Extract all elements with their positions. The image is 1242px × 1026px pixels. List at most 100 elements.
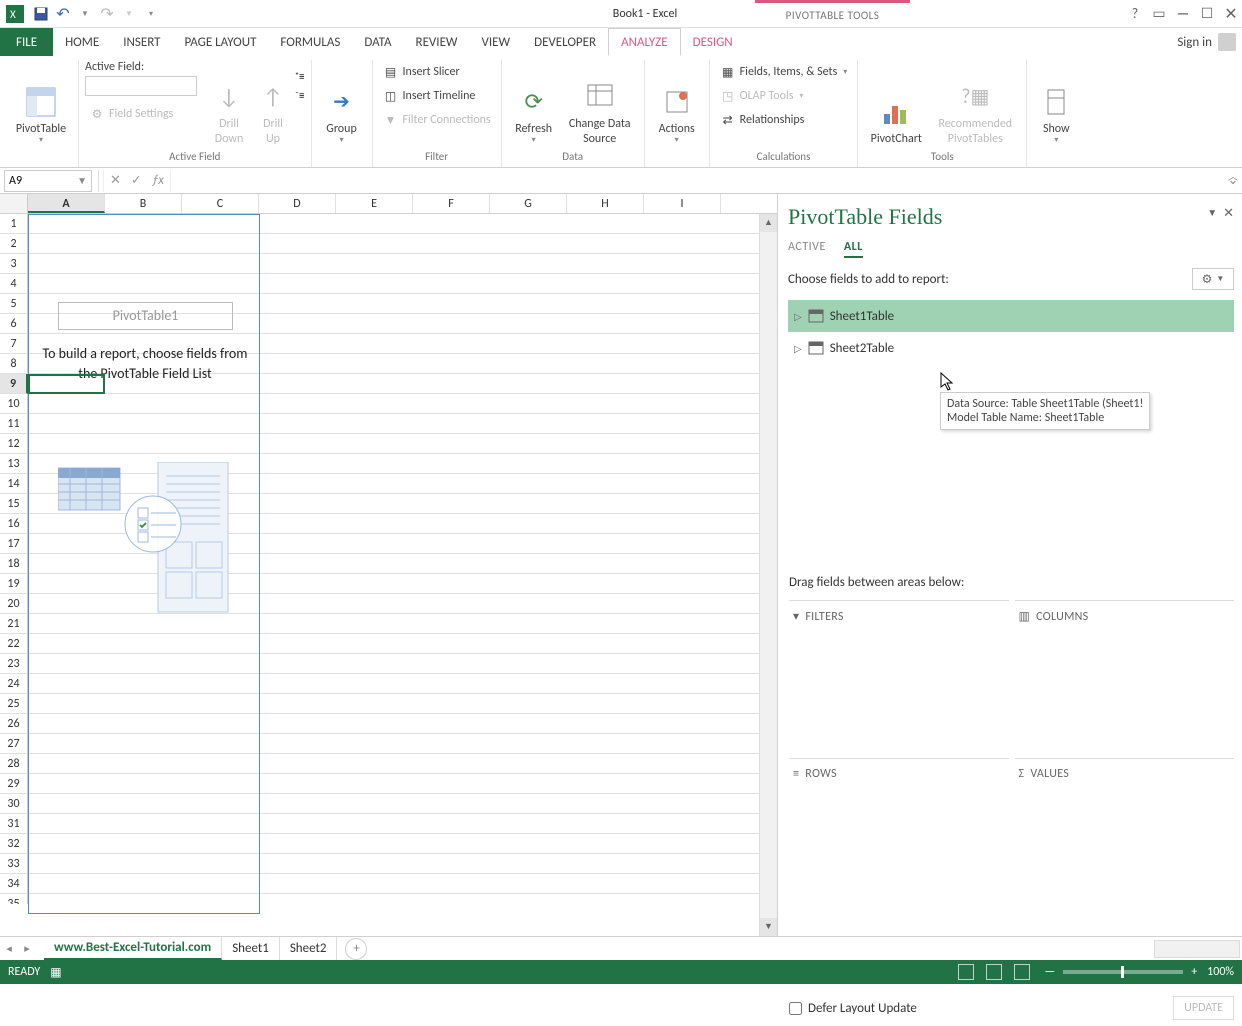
close-icon[interactable]: ✕ xyxy=(1224,7,1238,21)
row-header[interactable]: 15 xyxy=(0,494,28,514)
help-icon[interactable]: ? xyxy=(1128,7,1142,21)
row-header[interactable]: 7 xyxy=(0,334,28,354)
olap-tools-button[interactable]: ◳OLAP Tools▾ xyxy=(716,84,852,108)
tab-all[interactable]: ALL xyxy=(844,240,863,258)
page-break-view-icon[interactable] xyxy=(1014,964,1030,980)
row-header[interactable]: 21 xyxy=(0,614,28,634)
relationships-button[interactable]: ⇄Relationships xyxy=(716,108,852,132)
save-icon[interactable] xyxy=(34,7,48,21)
sign-in-button[interactable]: Sign in xyxy=(1177,28,1242,56)
drill-up-button[interactable]: ↑ Drill Up xyxy=(253,60,293,146)
drill-down-button[interactable]: ↓ Drill Down xyxy=(207,60,251,146)
row-header[interactable]: 23 xyxy=(0,654,28,674)
row-header[interactable]: 35 xyxy=(0,894,28,904)
row-header[interactable]: 12 xyxy=(0,434,28,454)
group-button[interactable]: ➔ Group ▾ xyxy=(318,60,366,146)
row[interactable]: 10 xyxy=(0,394,777,414)
vertical-scrollbar[interactable]: ▲ ▼ xyxy=(759,214,777,936)
tab-analyze[interactable]: ANALYZE xyxy=(608,28,681,56)
row-header[interactable]: 20 xyxy=(0,594,28,614)
tab-design[interactable]: DESIGN xyxy=(681,28,745,56)
zoom-slider[interactable] xyxy=(1063,970,1183,974)
name-box-dropdown-icon[interactable]: ▼ xyxy=(77,174,87,187)
undo-dropdown-icon[interactable]: ▼ xyxy=(78,7,92,21)
row[interactable]: 22 xyxy=(0,634,777,654)
area-rows[interactable]: ≡ROWS xyxy=(789,758,1009,910)
tab-page-layout[interactable]: PAGE LAYOUT xyxy=(173,28,269,56)
zoom-out-icon[interactable]: — xyxy=(1044,965,1055,979)
select-all-corner[interactable] xyxy=(0,194,28,213)
row-header[interactable]: 26 xyxy=(0,714,28,734)
redo-icon[interactable]: ↷ xyxy=(100,7,114,21)
tab-home[interactable]: HOME xyxy=(53,28,111,56)
row-header[interactable]: 17 xyxy=(0,534,28,554)
row-header[interactable]: 19 xyxy=(0,574,28,594)
tab-scroll-next-icon[interactable]: ▸ xyxy=(18,942,36,955)
zoom-level[interactable]: 100% xyxy=(1207,965,1234,979)
recommended-pivottables-button[interactable]: ?▦ Recommended PivotTables xyxy=(930,60,1020,146)
row[interactable]: 23 xyxy=(0,654,777,674)
row[interactable]: 29 xyxy=(0,774,777,794)
filter-connections-button[interactable]: ▼Filter Connections xyxy=(379,108,495,132)
panel-dropdown-icon[interactable]: ▼ xyxy=(1207,206,1217,221)
row[interactable]: 27 xyxy=(0,734,777,754)
col-header[interactable]: A xyxy=(28,194,105,213)
row-header[interactable]: 29 xyxy=(0,774,28,794)
row-header[interactable]: 10 xyxy=(0,394,28,414)
tab-formulas[interactable]: FORMULAS xyxy=(268,28,352,56)
area-columns[interactable]: ▥COLUMNS xyxy=(1015,600,1235,752)
row[interactable]: 30 xyxy=(0,794,777,814)
normal-view-icon[interactable] xyxy=(958,964,974,980)
row-header[interactable]: 11 xyxy=(0,414,28,434)
row[interactable]: 12 xyxy=(0,434,777,454)
maximize-icon[interactable]: ☐ xyxy=(1200,7,1214,21)
change-data-source-button[interactable]: Change Data Source xyxy=(562,60,638,146)
tab-view[interactable]: VIEW xyxy=(470,28,523,56)
row[interactable]: 31 xyxy=(0,814,777,834)
row-header[interactable]: 6 xyxy=(0,314,28,334)
row-header[interactable]: 5 xyxy=(0,294,28,314)
expand-icon[interactable]: ▷ xyxy=(794,342,802,355)
actions-button[interactable]: Actions ▾ xyxy=(651,60,703,146)
zoom-in-icon[interactable]: + xyxy=(1191,965,1197,979)
collapse-ribbon-icon[interactable]: ︿ xyxy=(1228,168,1238,183)
pivottable-button[interactable]: PivotTable ▾ xyxy=(10,60,72,146)
sheet-tab-link[interactable]: www.Best-Excel-Tutorial.com xyxy=(44,937,222,960)
undo-icon[interactable]: ↶ xyxy=(56,7,70,21)
row[interactable]: 28 xyxy=(0,754,777,774)
defer-checkbox[interactable] xyxy=(789,1002,802,1015)
show-button[interactable]: Show ▾ xyxy=(1033,60,1079,146)
sheet-tab-sheet2[interactable]: Sheet2 xyxy=(280,937,338,960)
area-filters[interactable]: ▾FILTERS xyxy=(789,600,1009,752)
row[interactable]: 3 xyxy=(0,254,777,274)
row-header[interactable]: 16 xyxy=(0,514,28,534)
redo-dropdown-icon[interactable]: ▼ xyxy=(122,7,136,21)
row[interactable]: 1 xyxy=(0,214,777,234)
sheet-tab-sheet1[interactable]: Sheet1 xyxy=(222,937,280,960)
panel-close-icon[interactable]: ✕ xyxy=(1223,206,1234,221)
row-header[interactable]: 34 xyxy=(0,874,28,894)
name-box[interactable]: A9 ▼ xyxy=(4,170,92,192)
col-header[interactable]: E xyxy=(336,194,413,213)
row[interactable]: 34 xyxy=(0,874,777,894)
field-item-sheet1table[interactable]: ▷ Sheet1Table xyxy=(788,300,1234,332)
macro-record-icon[interactable]: ▦ xyxy=(50,965,61,980)
minimize-icon[interactable]: — xyxy=(1176,7,1190,21)
row[interactable]: 2 xyxy=(0,234,777,254)
collapse-field-icon[interactable]: ⁻≡ xyxy=(295,89,305,102)
col-header[interactable]: C xyxy=(182,194,259,213)
ribbon-display-icon[interactable]: ▭ xyxy=(1152,7,1166,21)
tab-developer[interactable]: DEVELOPER xyxy=(522,28,608,56)
col-header[interactable]: B xyxy=(105,194,182,213)
row[interactable]: 25 xyxy=(0,694,777,714)
col-header[interactable]: I xyxy=(644,194,721,213)
expand-field-icon[interactable]: ⁺≡ xyxy=(295,70,305,83)
fields-items-sets-button[interactable]: ▦Fields, Items, & Sets▾ xyxy=(716,60,852,84)
fx-icon[interactable]: ƒx xyxy=(152,173,164,188)
col-header[interactable]: H xyxy=(567,194,644,213)
col-header[interactable]: F xyxy=(413,194,490,213)
col-header[interactable]: D xyxy=(259,194,336,213)
page-layout-view-icon[interactable] xyxy=(986,964,1002,980)
field-item-sheet2table[interactable]: ▷ Sheet2Table xyxy=(788,332,1234,364)
pivotchart-button[interactable]: PivotChart xyxy=(864,60,928,146)
